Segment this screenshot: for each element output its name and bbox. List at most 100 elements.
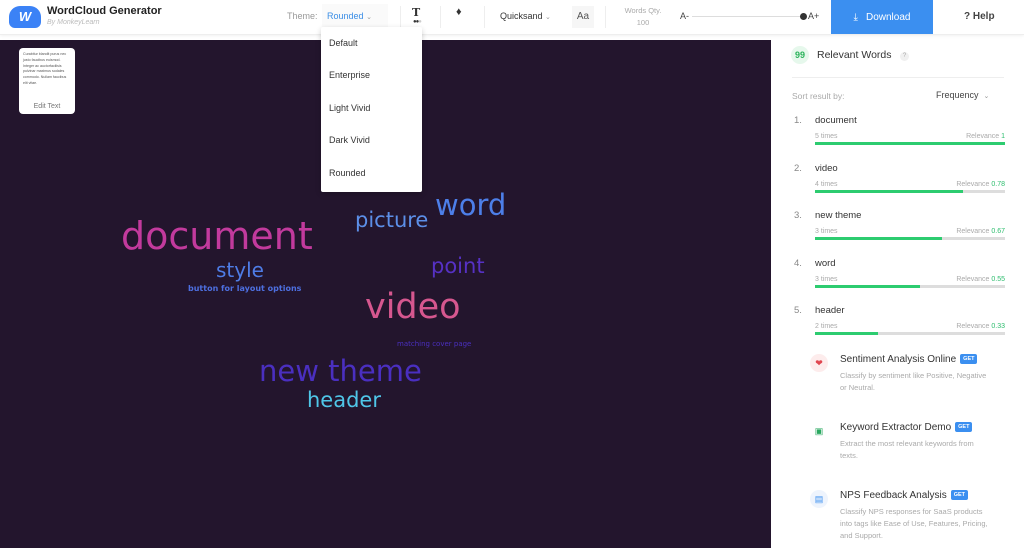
item-times: 4 times <box>815 180 838 188</box>
get-badge[interactable]: GET <box>960 354 978 364</box>
cloud-word: matching cover page <box>397 340 472 348</box>
theme-label: Theme: <box>287 11 318 21</box>
theme-select[interactable]: Rounded ⌄ <box>322 4 388 28</box>
theme-option-dark-vivid[interactable]: Dark Vivid <box>321 124 422 156</box>
item-times: 5 times <box>815 133 838 140</box>
cloud-word: document <box>121 214 313 258</box>
theme-option-default[interactable]: Default <box>321 27 422 59</box>
product-title: Keyword Extractor Demo <box>840 422 952 433</box>
relevance-bar-fill <box>815 237 943 240</box>
help-icon[interactable]: ? <box>900 52 909 61</box>
relevance-value: 0.78 <box>991 180 1005 188</box>
words-qty-label: Words Qty. <box>624 6 662 15</box>
relevant-word-item[interactable]: 2. video 4 times Relevance 0.78 <box>792 163 1005 203</box>
app-subtitle: By MonkeyLearn <box>47 19 100 26</box>
cloud-word: word <box>435 188 507 222</box>
relevance-bar-fill <box>815 189 964 193</box>
product-name[interactable]: Keyword Extractor Demo GET <box>840 422 973 433</box>
help-button[interactable]: ? Help <box>964 11 995 22</box>
cloud-word: picture <box>355 208 429 232</box>
item-word: header <box>815 305 845 316</box>
edit-text-button[interactable]: Edit Text <box>19 103 75 110</box>
chevron-down-icon: ⌄ <box>545 14 551 21</box>
item-word: document <box>815 115 857 126</box>
toolbar: W WordCloud Generator By MonkeyLearn The… <box>0 0 1024 35</box>
relevance-value: 1 <box>1001 133 1005 140</box>
app-title: WordCloud Generator <box>47 5 162 17</box>
relevance-value: 0.55 <box>991 275 1005 283</box>
color-dots-icon: ●●● <box>413 19 422 25</box>
item-times: 3 times <box>815 228 838 235</box>
divider <box>605 6 606 28</box>
cloud-word: video <box>365 287 461 327</box>
product-description: Classify NPS responses for SaaS products… <box>840 507 988 540</box>
item-relevance: Relevance 1 <box>966 133 1005 140</box>
item-relevance: Relevance 0.33 <box>956 323 1005 330</box>
product-description: Classify by sentiment like Positive, Neg… <box>840 371 987 392</box>
keyword-icon: ▣ <box>810 422 828 440</box>
panel-title: Relevant Words <box>817 49 892 61</box>
chevron-down-icon: ⌄ <box>366 14 372 21</box>
relevance-bar <box>815 284 1005 288</box>
item-relevance: Relevance 0.67 <box>956 228 1005 235</box>
paint-bucket-icon[interactable]: ♦ <box>456 6 462 18</box>
relevant-word-item[interactable]: 5. header 2 times Relevance 0.33 <box>792 305 1005 345</box>
item-word: video <box>815 162 838 174</box>
product-description: Extract the most relevant keywords from … <box>840 439 974 460</box>
relevance-label: Relevance <box>956 275 990 283</box>
item-word: new theme <box>815 210 862 221</box>
text-preview: Curabitur blandit purus nec justo faucib… <box>23 52 67 85</box>
text-color-icon[interactable]: T <box>412 6 420 19</box>
cloud-word: header <box>307 388 381 412</box>
download-label: Download <box>865 11 911 23</box>
relevance-label: Relevance <box>956 228 990 235</box>
get-badge[interactable]: GET <box>950 490 969 500</box>
item-number: 1. <box>794 115 802 126</box>
relevant-word-item[interactable]: 3. new theme 3 times Relevance 0.67 <box>792 210 1005 250</box>
product-name[interactable]: NPS Feedback Analysis GET <box>840 490 969 501</box>
font-case-button[interactable]: Aa <box>572 6 594 28</box>
product-title: NPS Feedback Analysis <box>840 490 947 501</box>
item-relevance: Relevance 0.55 <box>956 276 1005 283</box>
size-slider-handle[interactable] <box>800 13 807 20</box>
cloud-word: new theme <box>259 354 422 388</box>
sort-value: Frequency <box>936 90 979 100</box>
divider <box>484 6 485 28</box>
relevance-bar <box>815 332 1005 335</box>
size-slider[interactable] <box>692 16 804 17</box>
relevance-bar-fill <box>815 332 878 335</box>
product-title: Sentiment Analysis Online <box>840 354 957 365</box>
size-min-label: A- <box>680 11 689 21</box>
sort-select[interactable]: Frequency ⌄ <box>936 90 989 100</box>
quote-icon: 99 <box>791 46 809 64</box>
item-times: 2 times <box>815 323 838 330</box>
product-name[interactable]: Sentiment Analysis Online GET <box>840 354 978 365</box>
nps-icon: ▤ <box>810 490 828 508</box>
divider <box>792 77 1004 78</box>
divider <box>400 6 401 28</box>
relevant-word-item[interactable]: 1. document 5 times Relevance 1 <box>792 115 1005 155</box>
heart-icon: ❤ <box>810 354 828 372</box>
logo-icon: W <box>9 6 41 28</box>
edit-text-card[interactable]: Curabitur blandit purus nec justo faucib… <box>19 48 75 114</box>
theme-option-light-vivid[interactable]: Light Vivid <box>321 92 422 124</box>
relevant-words-panel: 99 Relevant Words ? Sort result by: Freq… <box>773 40 1024 548</box>
item-number: 3. <box>794 210 802 221</box>
words-qty-value: 100 <box>636 18 650 27</box>
theme-dropdown-menu: Default Enterprise Light Vivid Dark Vivi… <box>321 27 422 192</box>
download-button[interactable]: ⤓ Download <box>831 0 933 34</box>
relevant-word-item[interactable]: 4. word 3 times Relevance 0.55 <box>792 258 1005 298</box>
relevance-label: Relevance <box>966 133 1000 140</box>
words-qty[interactable]: Words Qty. 100 <box>616 5 670 29</box>
relevance-bar <box>815 142 1005 145</box>
relevance-value: 0.67 <box>991 228 1005 235</box>
theme-value: Rounded <box>327 11 364 21</box>
theme-option-rounded[interactable]: Rounded <box>321 157 422 189</box>
relevance-bar <box>815 237 1005 240</box>
download-icon: ⤓ <box>853 11 858 23</box>
theme-option-enterprise[interactable]: Enterprise <box>321 59 422 91</box>
get-badge[interactable]: GET <box>955 422 973 432</box>
font-select[interactable]: Quicksand ⌄ <box>500 11 551 21</box>
chevron-down-icon: ⌄ <box>983 93 990 100</box>
cloud-word: button for layout options <box>188 284 302 293</box>
